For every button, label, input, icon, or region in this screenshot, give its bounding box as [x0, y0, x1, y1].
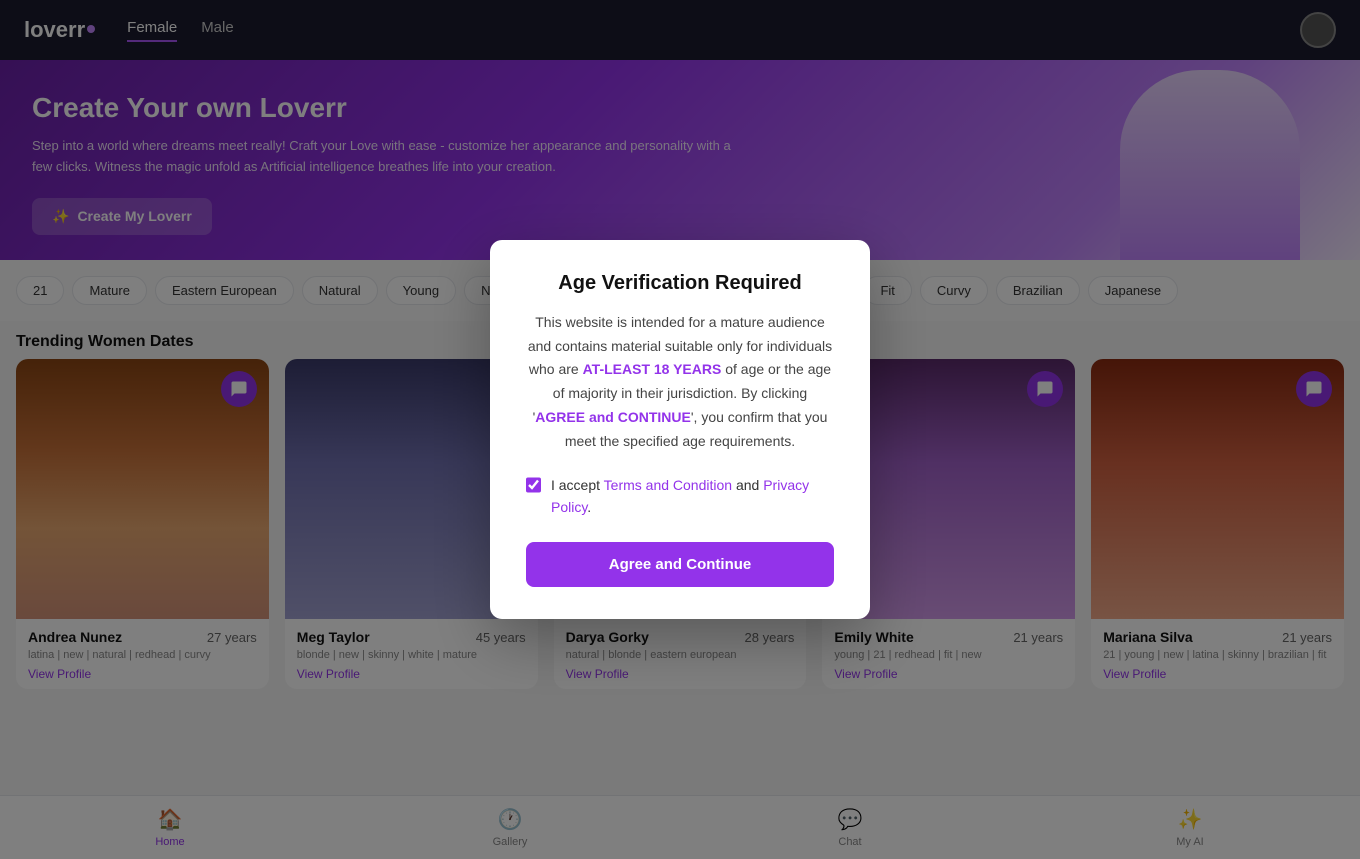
modal-accept-row: I accept Terms and Condition and Privacy…	[526, 474, 834, 519]
agree-continue-button[interactable]: Agree and Continue	[526, 542, 834, 587]
accept-checkbox[interactable]	[526, 477, 541, 493]
modal-title: Age Verification Required	[526, 272, 834, 295]
accept-text: I accept Terms and Condition and Privacy…	[551, 474, 834, 519]
terms-link[interactable]: Terms and Condition	[604, 477, 732, 493]
age-verification-modal: Age Verification Required This website i…	[490, 240, 870, 620]
accept-prefix: I accept	[551, 477, 604, 493]
modal-age-highlight: AT-LEAST 18 YEARS	[583, 361, 722, 377]
modal-body: This website is intended for a mature au…	[526, 311, 834, 454]
and-text: and	[732, 477, 763, 493]
modal-link-text: AGREE and CONTINUE	[535, 409, 691, 425]
modal-overlay: Age Verification Required This website i…	[0, 0, 1360, 859]
period: .	[587, 499, 591, 515]
